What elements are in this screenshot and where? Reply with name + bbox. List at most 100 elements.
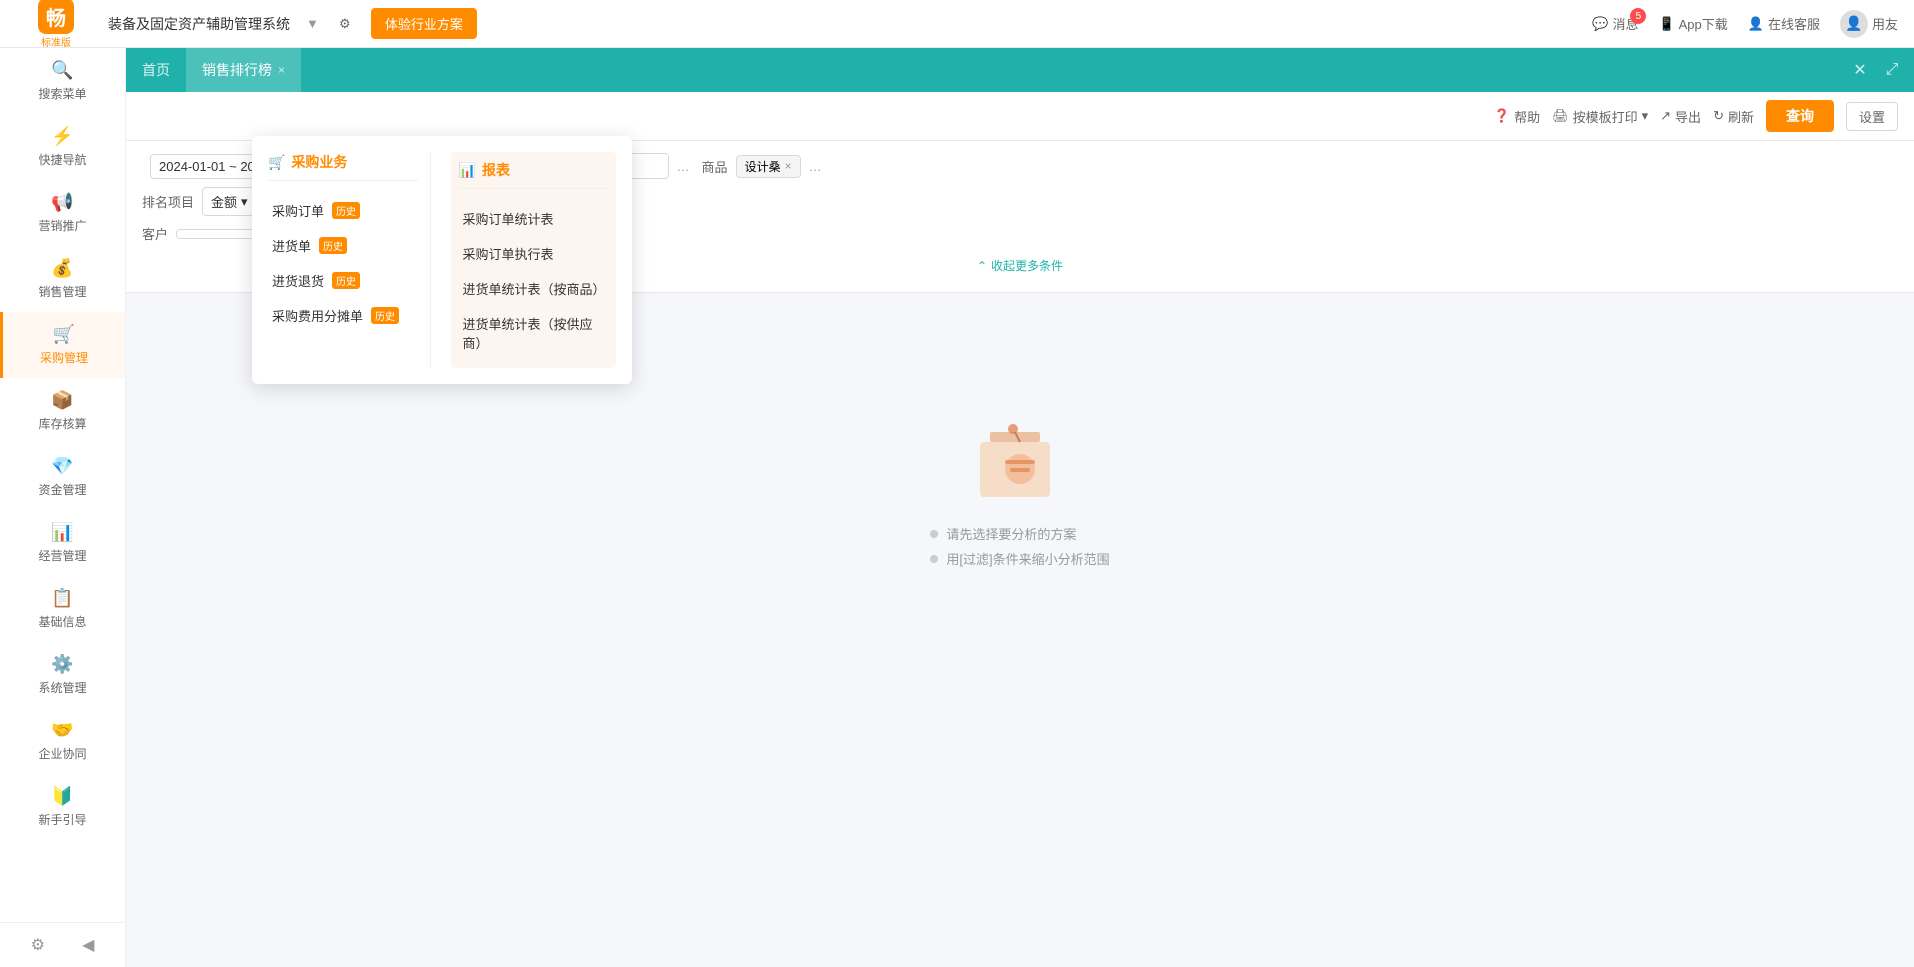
phone-icon: 📱 bbox=[1658, 16, 1674, 32]
print-icon: 🖨 bbox=[1552, 108, 1569, 124]
purchase-order-exec-item[interactable]: 采购订单执行表 bbox=[459, 236, 609, 271]
query-button[interactable]: 查询 bbox=[1766, 100, 1834, 132]
empty-tip-1-text: 请先选择要分析的方案 bbox=[946, 524, 1076, 543]
tab-close-window-btn[interactable]: ✕ bbox=[1846, 56, 1874, 84]
incoming-order-history: 历史 bbox=[319, 237, 347, 254]
user-item[interactable]: 👤 用友 bbox=[1840, 10, 1898, 38]
app-container: 畅 标准版 装备及固定资产辅助管理系统 ▼ ⚙ 体验行业方案 💬 消息 5 📱 … bbox=[0, 0, 1914, 967]
online-service-label: 在线客服 bbox=[1768, 14, 1820, 33]
incoming-return-history: 历史 bbox=[332, 272, 360, 289]
tab-bar: 首页 销售排行榜 × ✕ ⤢ bbox=[126, 48, 1914, 92]
incoming-stats-goods-item[interactable]: 进货单统计表（按商品） bbox=[459, 271, 609, 306]
collapse-label: 收起更多条件 bbox=[991, 257, 1063, 274]
sidebar-settings-btn[interactable]: ⚙ bbox=[31, 935, 45, 955]
print-dropdown-icon: ▾ bbox=[1642, 108, 1649, 124]
purchase-cost-history: 历史 bbox=[371, 307, 399, 324]
incoming-stats-supplier-item[interactable]: 进货单统计表（按供应商） bbox=[459, 306, 609, 360]
operation-icon: 📊 bbox=[51, 522, 73, 543]
report-col-title: 📊 报表 bbox=[459, 160, 609, 189]
incoming-return-item[interactable]: 进货退货 历史 bbox=[268, 263, 418, 298]
system-icon: ⚙️ bbox=[51, 654, 73, 675]
sidebar-item-search[interactable]: 🔍 搜索菜单 bbox=[0, 48, 125, 114]
purchase-order-label: 采购订单 bbox=[272, 201, 324, 220]
incoming-order-item[interactable]: 进货单 历史 bbox=[268, 228, 418, 263]
incoming-order-label: 进货单 bbox=[272, 236, 311, 255]
sidebar-item-sales[interactable]: 💰 销售管理 bbox=[0, 246, 125, 312]
rank-item-value: 金额 bbox=[211, 192, 237, 211]
print-btn[interactable]: 🖨 按模板打印 ▾ bbox=[1552, 107, 1648, 126]
goods-tag-close[interactable]: × bbox=[785, 159, 792, 173]
purchase-order-stats-item[interactable]: 采购订单统计表 bbox=[459, 201, 609, 236]
tab-home[interactable]: 首页 bbox=[126, 48, 186, 92]
sidebar-item-guide[interactable]: 🔰 新手引导 bbox=[0, 774, 125, 840]
sidebar-label-marketing: 营销推广 bbox=[38, 217, 86, 234]
report-col-icon: 📊 bbox=[459, 162, 476, 179]
goods-tag-text: 设计桑 bbox=[745, 158, 781, 175]
sidebar-label-inventory: 库存核算 bbox=[38, 415, 86, 432]
goods-more-dots[interactable]: … bbox=[809, 159, 822, 174]
sidebar-item-quick[interactable]: ⚡ 快捷导航 bbox=[0, 114, 125, 180]
tab-sales-rank-label: 销售排行榜 bbox=[202, 60, 272, 80]
online-service-item[interactable]: 👤 在线客服 bbox=[1748, 14, 1820, 33]
customer-label: 客户 bbox=[142, 224, 168, 243]
sidebar-label-system: 系统管理 bbox=[38, 679, 86, 696]
refresh-btn[interactable]: ↻ 刷新 bbox=[1713, 107, 1754, 126]
sidebar-item-system[interactable]: ⚙️ 系统管理 bbox=[0, 642, 125, 708]
sidebar-item-inventory[interactable]: 📦 库存核算 bbox=[0, 378, 125, 444]
sidebar-label-sales: 销售管理 bbox=[38, 283, 86, 300]
rank-item-label: 排名项目 bbox=[142, 192, 194, 211]
export-btn[interactable]: ↗ 导出 bbox=[1660, 107, 1701, 126]
print-label: 按模板打印 bbox=[1573, 107, 1638, 126]
settings-button[interactable]: 设置 bbox=[1846, 102, 1898, 131]
refresh-label: 刷新 bbox=[1728, 107, 1754, 126]
settings-icon-btn[interactable]: ⚙ bbox=[331, 10, 359, 38]
tab-close-icon[interactable]: × bbox=[278, 63, 285, 77]
sidebar-item-enterprise[interactable]: 🤝 企业协同 bbox=[0, 708, 125, 774]
system-name-arrow-icon[interactable]: ▼ bbox=[306, 16, 319, 31]
sidebar-item-finance[interactable]: 💎 资金管理 bbox=[0, 444, 125, 510]
user-avatar: 👤 bbox=[1840, 10, 1868, 38]
purchase-order-item[interactable]: 采购订单 历史 bbox=[268, 193, 418, 228]
app-download-label: App下载 bbox=[1679, 14, 1728, 33]
empty-icon bbox=[960, 412, 1080, 512]
tab-bar-right: ✕ ⤢ bbox=[1846, 48, 1914, 92]
message-item[interactable]: 💬 消息 5 bbox=[1592, 14, 1638, 33]
purchase-order-exec-label: 采购订单执行表 bbox=[463, 244, 554, 263]
purchase-cost-item[interactable]: 采购费用分摊单 历史 bbox=[268, 298, 418, 333]
collapse-icon: ⌃ bbox=[977, 259, 987, 273]
purchase-col-title: 🛒 采购业务 bbox=[268, 152, 418, 181]
toolbar: ❓ 帮助 🖨 按模板打印 ▾ ↗ 导出 ↻ 刷新 bbox=[126, 92, 1914, 141]
empty-tip-2: 用[过滤]条件来缩小分析范围 bbox=[930, 549, 1109, 568]
tab-sales-rank[interactable]: 销售排行榜 × bbox=[186, 48, 301, 92]
sidebar-item-basic[interactable]: 📋 基础信息 bbox=[0, 576, 125, 642]
incoming-return-label: 进货退货 bbox=[272, 271, 324, 290]
main-content: ❓ 帮助 🖨 按模板打印 ▾ ↗ 导出 ↻ 刷新 bbox=[126, 92, 1914, 967]
sidebar-collapse-btn[interactable]: ◀ bbox=[82, 935, 94, 955]
top-bar: 畅 标准版 装备及固定资产辅助管理系统 ▼ ⚙ 体验行业方案 💬 消息 5 📱 … bbox=[0, 0, 1914, 48]
help-label: 帮助 bbox=[1514, 107, 1540, 126]
doc-status-more-dots[interactable]: … bbox=[677, 159, 690, 174]
sidebar-label-basic: 基础信息 bbox=[38, 613, 86, 630]
sales-icon: 💰 bbox=[51, 258, 73, 279]
sidebar-item-purchase[interactable]: 🛒 采购管理 bbox=[0, 312, 125, 378]
sidebar-label-purchase: 采购管理 bbox=[40, 349, 88, 366]
trial-button[interactable]: 体验行业方案 bbox=[371, 8, 477, 39]
tab-maximize-btn[interactable]: ⤢ bbox=[1878, 56, 1906, 84]
empty-dot-2 bbox=[930, 555, 938, 563]
app-download-item[interactable]: 📱 App下载 bbox=[1658, 14, 1727, 33]
sidebar-item-marketing[interactable]: 📢 营销推广 bbox=[0, 180, 125, 246]
goods-tag: 设计桑 × bbox=[736, 155, 801, 178]
export-icon: ↗ bbox=[1660, 108, 1671, 124]
top-bar-right: 💬 消息 5 📱 App下载 👤 在线客服 👤 用友 bbox=[1592, 10, 1898, 38]
help-btn[interactable]: ❓ 帮助 bbox=[1494, 107, 1540, 126]
enterprise-icon: 🤝 bbox=[51, 720, 73, 741]
sidebar-item-operation[interactable]: 📊 经营管理 bbox=[0, 510, 125, 576]
inventory-icon: 📦 bbox=[51, 390, 73, 411]
sidebar-label-finance: 资金管理 bbox=[38, 481, 86, 498]
logo-subtext: 标准版 bbox=[41, 34, 71, 49]
content-area: 首页 销售排行榜 × ✕ ⤢ ❓ 帮助 bbox=[126, 48, 1914, 967]
lightning-icon: ⚡ bbox=[51, 126, 73, 147]
search-icon: 🔍 bbox=[51, 60, 73, 81]
sidebar-label-quick: 快捷导航 bbox=[38, 151, 86, 168]
service-icon: 👤 bbox=[1748, 16, 1764, 32]
